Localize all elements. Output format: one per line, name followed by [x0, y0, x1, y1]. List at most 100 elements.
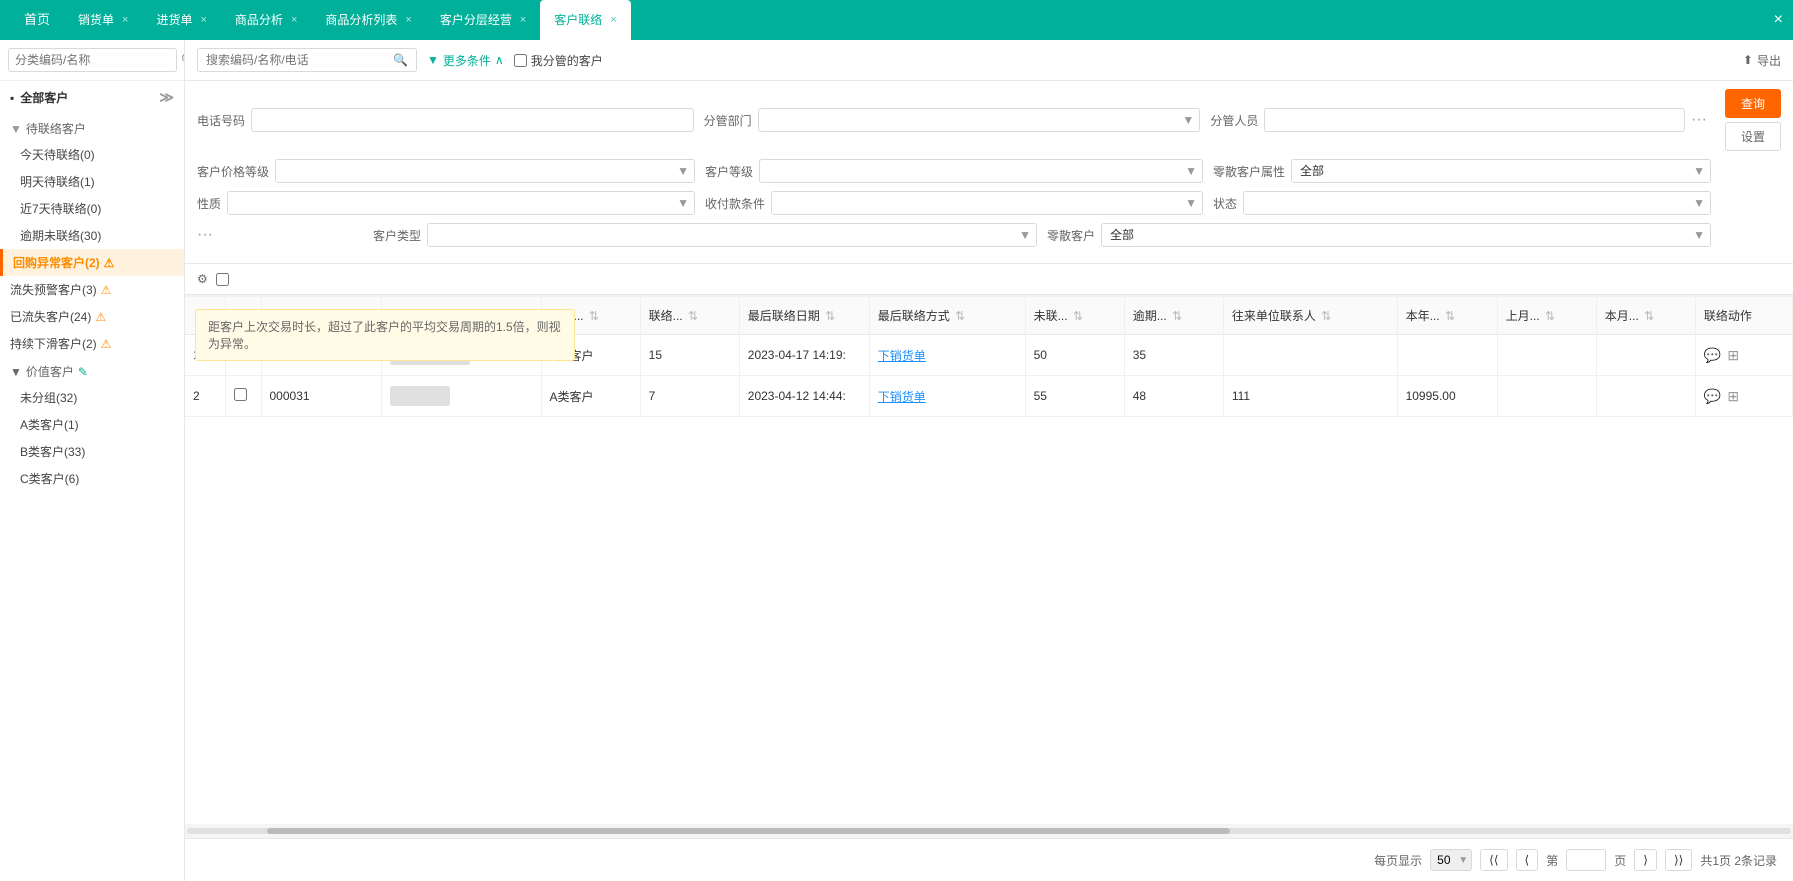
sidebar-item-7days[interactable]: 近7天待联络(0) — [0, 195, 184, 222]
sort-icon3[interactable]: ⇅ — [589, 309, 599, 323]
nav-sales-order[interactable]: 销货单 × — [64, 0, 142, 40]
last-method-link-1[interactable]: 下销货单 — [878, 349, 926, 363]
dots-field: ··· — [197, 227, 363, 243]
sidebar-item-overdue[interactable]: 逾期未联络(30) — [0, 222, 184, 249]
dept-select[interactable] — [758, 108, 1201, 132]
nav-product-analysis[interactable]: 商品分析 × — [221, 0, 311, 40]
retail-customer-select[interactable]: 全部 — [1101, 223, 1711, 247]
dots-icon[interactable]: ··· — [1691, 112, 1707, 128]
col-contacts: 联络... ⇅ — [640, 297, 739, 335]
sidebar-item-today[interactable]: 今天待联络(0) — [0, 141, 184, 168]
sort-icon4[interactable]: ⇅ — [688, 309, 698, 323]
sort-icon8[interactable]: ⇅ — [1172, 309, 1182, 323]
dots-icon2[interactable]: ··· — [197, 227, 213, 243]
manager-label: 分管人员 — [1210, 112, 1258, 129]
horizontal-scrollbar[interactable] — [185, 824, 1793, 838]
page-first-btn[interactable]: ⟨⟨ — [1480, 849, 1507, 871]
sidebar-search-area: 🔍 — [0, 40, 184, 81]
nav-close-icon[interactable]: × — [520, 0, 526, 40]
query-button[interactable]: 查询 — [1725, 89, 1781, 118]
nav-product-analysis-list[interactable]: 商品分析列表 × — [311, 0, 425, 40]
cell-last-date-2: 2023-04-12 14:44: — [739, 376, 869, 417]
sidebar-search-input[interactable] — [8, 48, 177, 72]
warning-icon: ⚠ — [101, 283, 112, 297]
select-all-checkbox[interactable] — [216, 273, 229, 286]
scrollbar-track — [187, 828, 1791, 834]
sort-icon9[interactable]: ⇅ — [1321, 309, 1331, 323]
sort-icon7[interactable]: ⇅ — [1073, 309, 1083, 323]
sidebar-item-repurchase-anomaly[interactable]: 回购异常客户(2) ⚠ — [0, 249, 184, 276]
nav-close-icon[interactable]: × — [200, 0, 206, 40]
cell-not-contacted-2: 55 — [1025, 376, 1124, 417]
pagination: 每页显示 50 ▼ ⟨⟨ ⟨ 第 1 页 ⟩ ⟩⟩ 共1页 2条记录 — [185, 838, 1793, 881]
more-icon-1[interactable]: ⊞ — [1727, 347, 1739, 364]
sort-icon5[interactable]: ⇅ — [825, 309, 835, 323]
total-label: 共1页 2条记录 — [1700, 852, 1777, 869]
cell-not-contacted-1: 50 — [1025, 335, 1124, 376]
sidebar-item-tomorrow[interactable]: 明天待联络(1) — [0, 168, 184, 195]
search-icon[interactable]: 🔍 — [393, 53, 408, 67]
page-prev-btn[interactable]: ⟨ — [1516, 849, 1539, 871]
nav-purchase-order[interactable]: 进货单 × — [142, 0, 220, 40]
last-method-link-2[interactable]: 下销货单 — [878, 390, 926, 404]
edit-icon[interactable]: ✎ — [78, 365, 88, 379]
nav-home[interactable]: 首页 — [10, 0, 64, 40]
sidebar-group-pending-title[interactable]: ▼ 待联络客户 — [0, 114, 184, 141]
sidebar-item-declining[interactable]: 持续下滑客户(2) ⚠ — [0, 330, 184, 357]
contact-icon-2[interactable]: 💬 — [1704, 388, 1721, 405]
status-select[interactable] — [1243, 191, 1711, 215]
cell-index-2: 2 — [185, 376, 225, 417]
main-search-input[interactable] — [206, 53, 393, 67]
nav-customer-segmentation[interactable]: 客户分层经营 × — [426, 0, 540, 40]
row-checkbox-2[interactable] — [234, 388, 247, 401]
scrollbar-thumb[interactable] — [267, 828, 1229, 834]
window-close-icon[interactable]: × — [1774, 11, 1783, 29]
group2-arrow-icon: ▼ — [10, 365, 22, 379]
warning-icon3: ⚠ — [101, 337, 112, 351]
nav-close-icon[interactable]: × — [291, 0, 297, 40]
setting-button[interactable]: 设置 — [1725, 122, 1781, 151]
export-btn[interactable]: ⬆ 导出 — [1743, 52, 1781, 69]
nav-close-icon[interactable]: × — [405, 0, 411, 40]
page-last-btn[interactable]: ⟩⟩ — [1665, 849, 1692, 871]
payment-select[interactable] — [771, 191, 1203, 215]
content-area: 🔍 ▼ 更多条件 ∧ 我分管的客户 ⬆ 导出 电话号码 — [185, 40, 1793, 881]
page-input[interactable]: 1 — [1566, 849, 1606, 871]
all-customers-icon: ▪ — [10, 91, 14, 105]
cell-contacts-1: 15 — [640, 335, 739, 376]
customer-type-select[interactable] — [427, 223, 1037, 247]
customer-level-select[interactable] — [759, 159, 1203, 183]
more-icon-2[interactable]: ⊞ — [1727, 388, 1739, 405]
sort-icon11[interactable]: ⇅ — [1545, 309, 1555, 323]
sidebar-item-churned[interactable]: 已流失客户(24) ⚠ — [0, 303, 184, 330]
sidebar-item-unclassified[interactable]: 未分组(32) — [0, 384, 184, 411]
sort-icon12[interactable]: ⇅ — [1644, 309, 1654, 323]
manager-input[interactable] — [1264, 108, 1685, 132]
gender-select[interactable] — [227, 191, 695, 215]
sidebar-collapse-icon[interactable]: ≫ — [159, 89, 174, 106]
page-next-btn[interactable]: ⟩ — [1634, 849, 1657, 871]
sort-icon6[interactable]: ⇅ — [955, 309, 965, 323]
sidebar-item-class-c[interactable]: C类客户(6) — [0, 465, 184, 492]
sidebar-item-churn-warning[interactable]: 流失预警客户(3) ⚠ — [0, 276, 184, 303]
my-customers-checkbox[interactable] — [514, 54, 527, 67]
gear-icon[interactable]: ⚙ — [197, 272, 208, 286]
contact-icon-1[interactable]: 💬 — [1704, 347, 1721, 364]
sidebar-group2-title[interactable]: ▼ 价值客户 ✎ — [0, 357, 184, 384]
price-level-select[interactable] — [275, 159, 695, 183]
phone-input[interactable] — [251, 108, 694, 132]
nav-close-icon[interactable]: × — [610, 0, 616, 40]
page-size-select[interactable]: 50 — [1430, 849, 1472, 871]
retail-attr-select[interactable]: 全部 — [1291, 159, 1711, 183]
nav-customer-contact[interactable]: 客户联络 × — [540, 0, 630, 40]
filter-bar: 🔍 ▼ 更多条件 ∧ 我分管的客户 ⬆ 导出 — [185, 40, 1793, 81]
cell-category-2: A类客户 — [541, 376, 640, 417]
sidebar-item-class-b[interactable]: B类客户(33) — [0, 438, 184, 465]
sidebar-item-class-a[interactable]: A类客户(1) — [0, 411, 184, 438]
customer-level-field: 客户等级 ▼ — [705, 159, 1203, 183]
cell-checkbox-2 — [225, 376, 261, 417]
search-input-wrap: 🔍 — [197, 48, 417, 72]
more-conditions-btn[interactable]: ▼ 更多条件 ∧ — [427, 52, 504, 69]
sort-icon10[interactable]: ⇅ — [1445, 309, 1455, 323]
nav-close-icon[interactable]: × — [122, 0, 128, 40]
